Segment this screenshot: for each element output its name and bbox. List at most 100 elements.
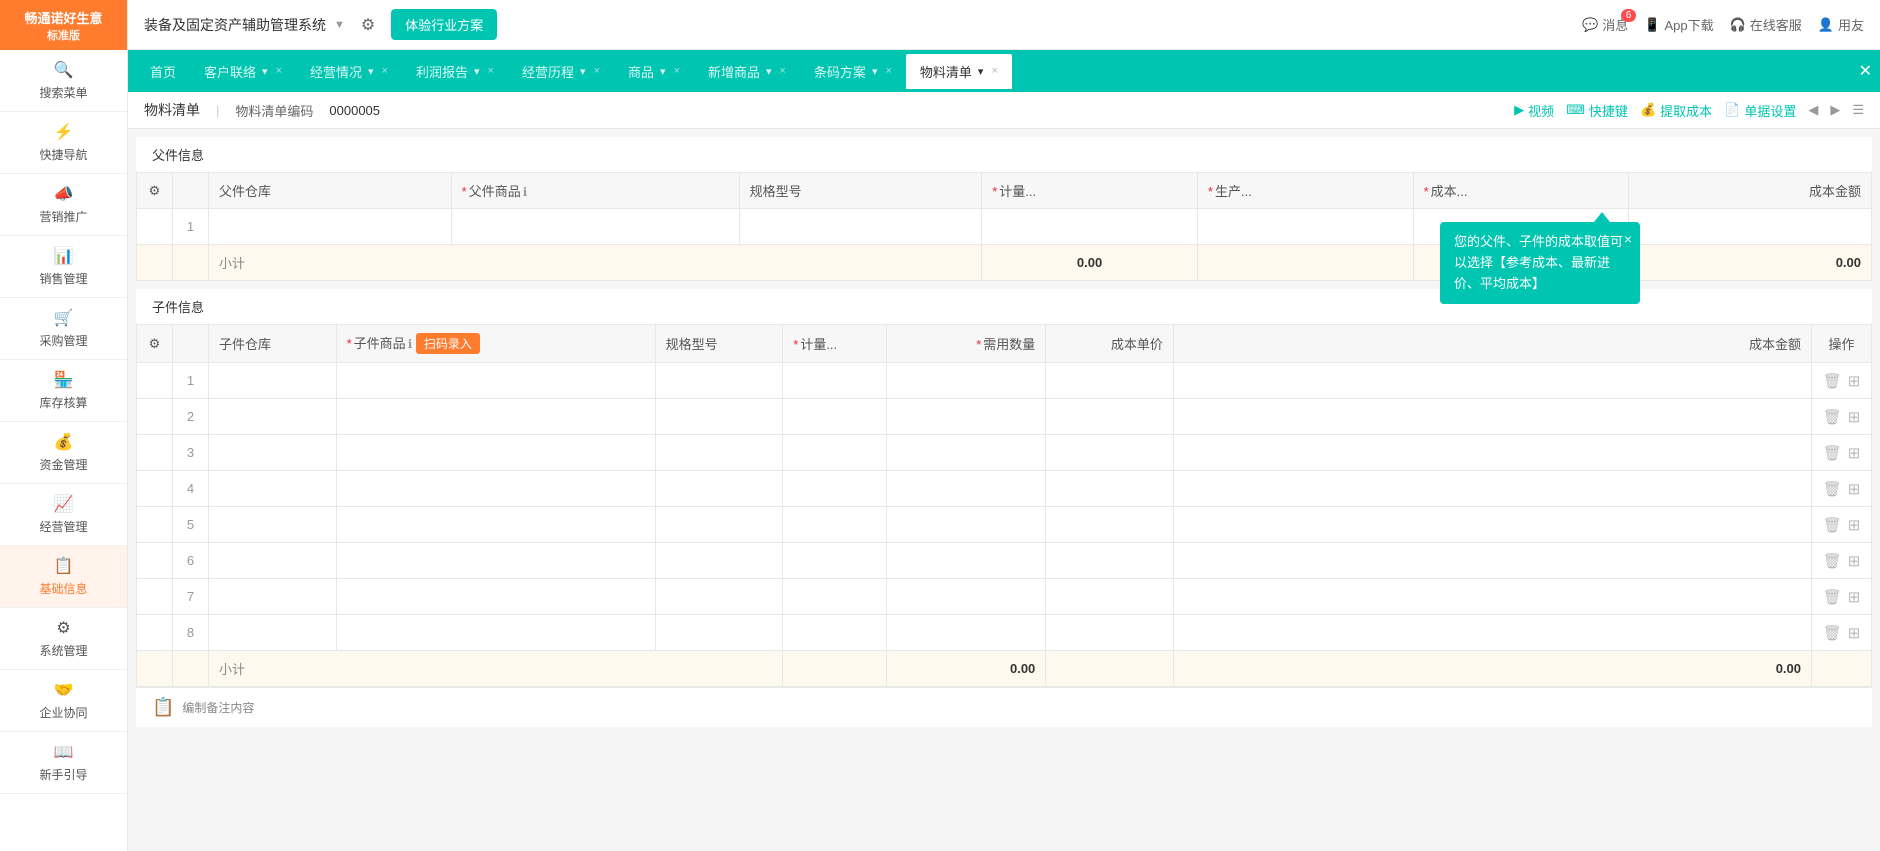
child-row4-unit[interactable] (783, 507, 887, 543)
sidebar-item-企业协同[interactable]: 🤝企业协同 (0, 670, 127, 732)
delete-icon-6[interactable]: 🗑 (1823, 588, 1842, 606)
message-button[interactable]: 💬 消息 6 (1582, 15, 1628, 34)
child-row3-unit[interactable] (783, 471, 887, 507)
video-action[interactable]: ▶ 视频 (1514, 101, 1554, 120)
child-row2-spec[interactable] (655, 435, 783, 471)
child-row6-unit-cost[interactable] (1046, 579, 1174, 615)
delete-icon-1[interactable]: 🗑 (1823, 408, 1842, 426)
nav-tab-条码方案[interactable]: 条码方案▾× (800, 54, 906, 89)
parent-row1-produce[interactable] (1197, 209, 1413, 245)
child-row4-spec[interactable] (655, 507, 783, 543)
tooltip-close-icon[interactable]: × (1624, 228, 1632, 250)
child-row1-product[interactable] (336, 399, 655, 435)
sidebar-item-销售管理[interactable]: 📊销售管理 (0, 236, 127, 298)
copy-icon-3[interactable]: ⊞ (1848, 480, 1861, 498)
delete-icon-2[interactable]: 🗑 (1823, 444, 1842, 462)
child-row4-product[interactable] (336, 507, 655, 543)
sidebar-item-系统管理[interactable]: ⚙系统管理 (0, 608, 127, 670)
scan-input-button[interactable]: 扫码录入 (416, 333, 480, 354)
sidebar-item-资金管理[interactable]: 💰资金管理 (0, 422, 127, 484)
close-all-tabs-icon[interactable]: ✕ (1859, 61, 1872, 81)
sidebar-item-库存核算[interactable]: 🏪库存核算 (0, 360, 127, 422)
sidebar-item-快捷导航[interactable]: ⚡快捷导航 (0, 112, 127, 174)
child-row0-unit[interactable] (783, 363, 887, 399)
parent-row1-warehouse[interactable] (209, 209, 452, 245)
tab-close-6[interactable]: × (779, 65, 785, 77)
child-row5-unit-cost[interactable] (1046, 543, 1174, 579)
child-row4-warehouse[interactable] (209, 507, 337, 543)
nav-prev-icon[interactable]: ◀ (1808, 102, 1818, 118)
child-row3-product[interactable] (336, 471, 655, 507)
child-row6-warehouse[interactable] (209, 579, 337, 615)
nav-tab-商品[interactable]: 商品▾× (614, 54, 694, 89)
tab-close-2[interactable]: × (382, 65, 388, 77)
child-row2-product[interactable] (336, 435, 655, 471)
tab-close-8[interactable]: × (991, 65, 997, 77)
child-row0-product[interactable] (336, 363, 655, 399)
child-row7-qty[interactable] (886, 615, 1046, 651)
child-row2-unit-cost[interactable] (1046, 435, 1174, 471)
child-row0-qty[interactable] (886, 363, 1046, 399)
child-row7-unit[interactable] (783, 615, 887, 651)
sidebar-item-采购管理[interactable]: 🛒采购管理 (0, 298, 127, 360)
sidebar-item-搜索菜单[interactable]: 🔍搜索菜单 (0, 50, 127, 112)
parent-row1-product[interactable] (451, 209, 739, 245)
parent-row1-spec[interactable] (739, 209, 982, 245)
copy-icon-5[interactable]: ⊞ (1848, 552, 1861, 570)
child-row3-unit-cost[interactable] (1046, 471, 1174, 507)
sidebar-item-基础信息[interactable]: 📋基础信息 (0, 546, 127, 608)
doc-settings-action[interactable]: 📄 单据设置 (1724, 101, 1796, 120)
copy-icon-1[interactable]: ⊞ (1848, 408, 1861, 426)
tab-close-5[interactable]: × (674, 65, 680, 77)
sidebar-item-经营管理[interactable]: 📈经营管理 (0, 484, 127, 546)
child-row1-unit[interactable] (783, 399, 887, 435)
child-row7-spec[interactable] (655, 615, 783, 651)
nav-tab-经营情况[interactable]: 经营情况▾× (296, 54, 402, 89)
child-row5-unit[interactable] (783, 543, 887, 579)
delete-icon-5[interactable]: 🗑 (1823, 552, 1842, 570)
system-dropdown-arrow[interactable]: ▼ (334, 19, 345, 31)
delete-icon-7[interactable]: 🗑 (1823, 624, 1842, 642)
user-menu[interactable]: 👤 用友 (1818, 15, 1864, 34)
delete-icon-3[interactable]: 🗑 (1823, 480, 1842, 498)
nav-tab-利润报告[interactable]: 利润报告▾× (402, 54, 508, 89)
app-download-button[interactable]: 📱 App下载 (1644, 15, 1713, 34)
delete-icon-4[interactable]: 🗑 (1823, 516, 1842, 534)
copy-icon-0[interactable]: ⊞ (1848, 372, 1861, 390)
online-service-button[interactable]: 🎧 在线客服 (1730, 15, 1802, 34)
child-row1-spec[interactable] (655, 399, 783, 435)
nav-tab-客户联络[interactable]: 客户联络▾× (190, 54, 296, 89)
tab-close-1[interactable]: × (276, 65, 282, 77)
child-row6-spec[interactable] (655, 579, 783, 615)
child-row2-warehouse[interactable] (209, 435, 337, 471)
tab-close-3[interactable]: × (488, 65, 494, 77)
child-row7-product[interactable] (336, 615, 655, 651)
child-row0-warehouse[interactable] (209, 363, 337, 399)
child-row0-spec[interactable] (655, 363, 783, 399)
child-row6-product[interactable] (336, 579, 655, 615)
nav-next-icon[interactable]: ▶ (1830, 102, 1840, 118)
nav-tab-经营历程[interactable]: 经营历程▾× (508, 54, 614, 89)
shortcut-action[interactable]: ⌨ 快捷键 (1566, 101, 1628, 120)
tab-close-4[interactable]: × (594, 65, 600, 77)
nav-tab-新增商品[interactable]: 新增商品▾× (694, 54, 800, 89)
child-row7-warehouse[interactable] (209, 615, 337, 651)
trial-button[interactable]: 体验行业方案 (391, 9, 497, 40)
child-row6-qty[interactable] (886, 579, 1046, 615)
copy-icon-4[interactable]: ⊞ (1848, 516, 1861, 534)
sidebar-item-新手引导[interactable]: 📖新手引导 (0, 732, 127, 794)
nav-tab-物料清单[interactable]: 物料清单▾× (906, 54, 1012, 89)
copy-icon-2[interactable]: ⊞ (1848, 444, 1861, 462)
child-row3-warehouse[interactable] (209, 471, 337, 507)
child-row5-product[interactable] (336, 543, 655, 579)
extract-cost-action[interactable]: 💰 提取成本 (1640, 101, 1712, 120)
child-row2-qty[interactable] (886, 435, 1046, 471)
child-row3-qty[interactable] (886, 471, 1046, 507)
child-row7-unit-cost[interactable] (1046, 615, 1174, 651)
child-row1-warehouse[interactable] (209, 399, 337, 435)
child-row0-unit-cost[interactable] (1046, 363, 1174, 399)
child-row5-warehouse[interactable] (209, 543, 337, 579)
tab-close-7[interactable]: × (885, 65, 891, 77)
child-row1-qty[interactable] (886, 399, 1046, 435)
delete-icon-0[interactable]: 🗑 (1823, 372, 1842, 390)
